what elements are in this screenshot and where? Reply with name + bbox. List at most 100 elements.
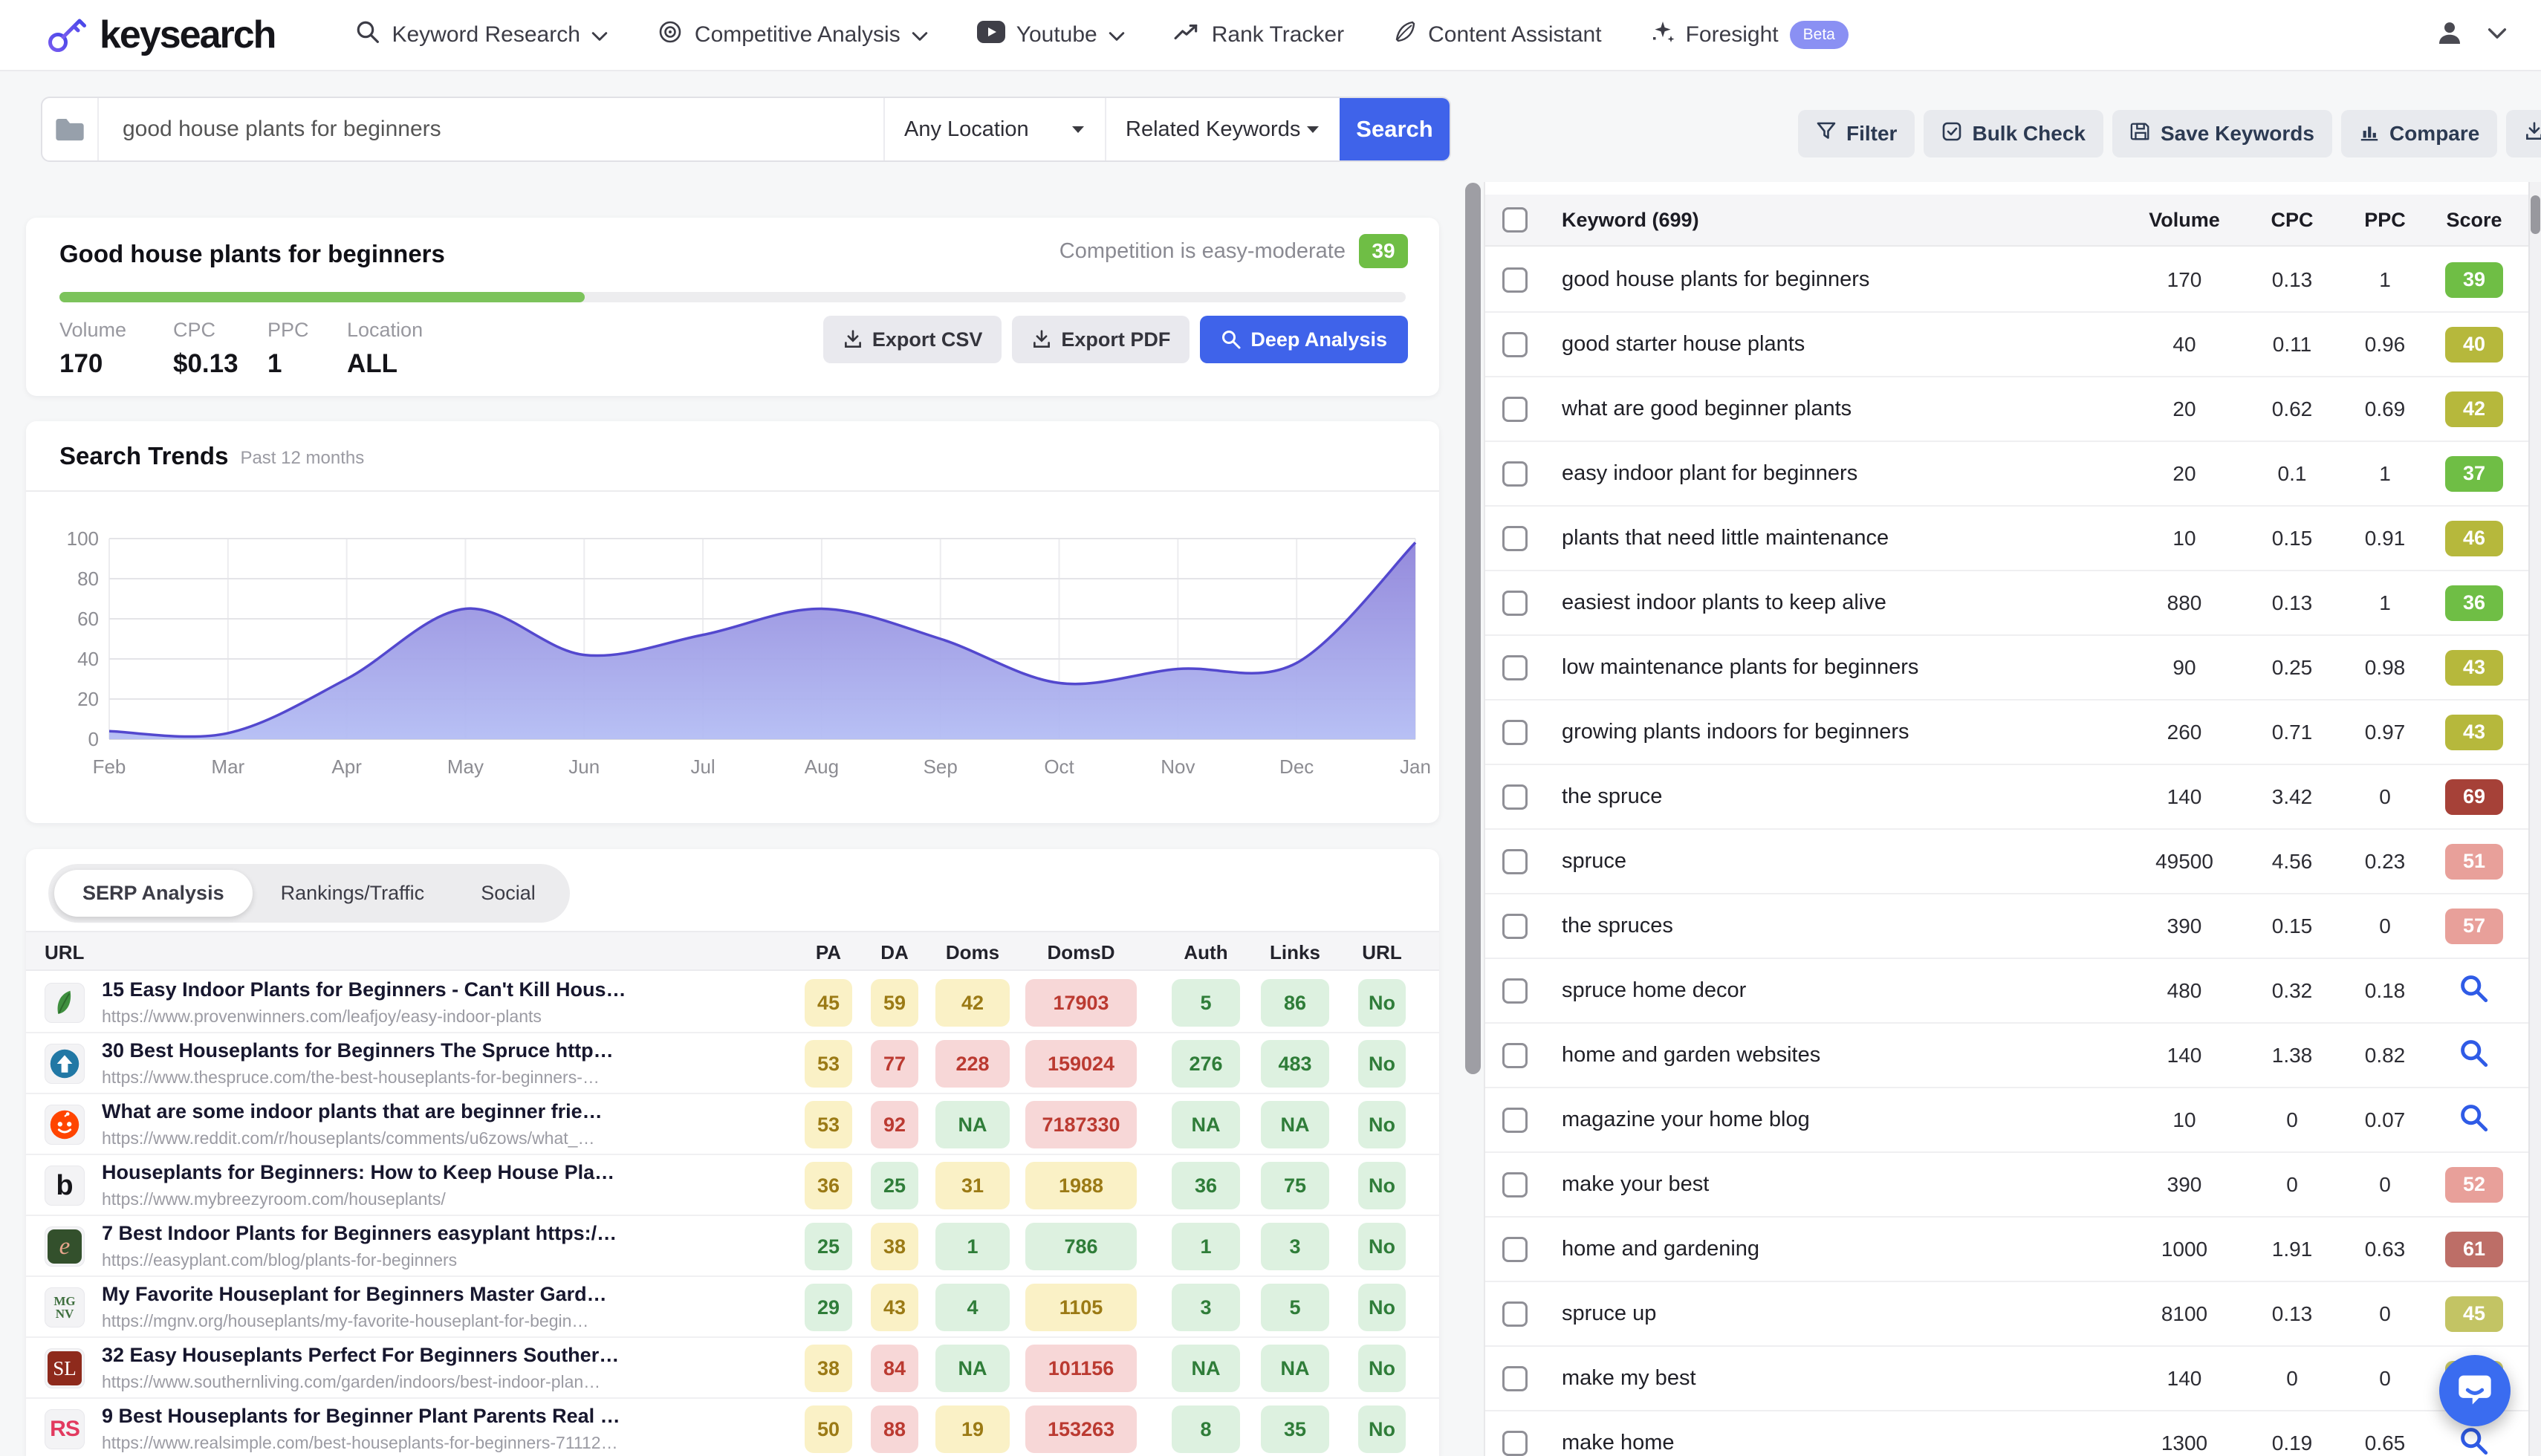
keyword-row[interactable]: make your best 390 0 0 52	[1485, 1153, 2528, 1218]
deep-analysis-search-icon[interactable]	[2459, 1039, 2489, 1072]
cpc-cell: 4.56	[2271, 849, 2313, 873]
result-title[interactable]: 32 Easy Houseplants Perfect For Beginner…	[102, 1344, 619, 1367]
serp-row[interactable]: RS 9 Best Houseplants for Beginner Plant …	[26, 1399, 1439, 1456]
row-checkbox[interactable]	[1502, 267, 1528, 293]
serp-row[interactable]: What are some indoor plants that are beg…	[26, 1094, 1439, 1155]
keyword-row[interactable]: the spruce 140 3.42 0 69	[1485, 765, 2528, 830]
save-keywords-button[interactable]: Save Keywords	[2112, 110, 2332, 157]
keyword-row[interactable]: what are good beginner plants 20 0.62 0.69 4…	[1485, 377, 2528, 442]
nav-item-keyword-research[interactable]: Keyword Research	[355, 19, 608, 51]
row-checkbox[interactable]	[1502, 1301, 1528, 1327]
user-icon[interactable]	[2434, 18, 2465, 53]
result-title[interactable]: 30 Best Houseplants for Beginners The Sp…	[102, 1039, 614, 1062]
score-badge: 51	[2445, 843, 2503, 880]
result-title[interactable]: What are some indoor plants that are beg…	[102, 1100, 603, 1123]
keyword-row[interactable]: easy indoor plant for beginners 20 0.1 1 37	[1485, 442, 2528, 507]
keyword-row[interactable]: low maintenance plants for beginners 90 0.…	[1485, 636, 2528, 701]
row-checkbox[interactable]	[1502, 1236, 1528, 1262]
row-checkbox[interactable]	[1502, 1365, 1528, 1391]
tab-serp-analysis[interactable]: SERP Analysis	[54, 870, 253, 917]
keyword-row[interactable]: magazine your home blog 10 0 0.07	[1485, 1088, 2528, 1153]
caret-down-icon	[1307, 126, 1319, 133]
compare-button[interactable]: Compare	[2340, 110, 2498, 157]
row-checkbox[interactable]	[1502, 1042, 1528, 1068]
row-checkbox[interactable]	[1502, 654, 1528, 680]
row-checkbox[interactable]	[1502, 525, 1528, 551]
mode-select[interactable]: Related Keywords	[1105, 98, 1340, 160]
deep-analysis-search-icon[interactable]	[2459, 974, 2489, 1007]
row-checkbox[interactable]	[1502, 1107, 1528, 1133]
row-checkbox[interactable]	[1502, 590, 1528, 616]
serp-row[interactable]: MG NV My Favorite Houseplant for Beginners…	[26, 1277, 1439, 1338]
filter-button[interactable]: Filter	[1798, 110, 1915, 157]
row-checkbox[interactable]	[1502, 913, 1528, 939]
row-checkbox[interactable]	[1502, 1430, 1528, 1456]
keyword-row[interactable]: spruce home decor 480 0.32 0.18	[1485, 959, 2528, 1024]
keyword-row[interactable]: spruce 49500 4.56 0.23 51	[1485, 830, 2528, 894]
keyword-row[interactable]: plants that need little maintenance 10 0.1…	[1485, 507, 2528, 571]
row-checkbox[interactable]	[1502, 978, 1528, 1004]
serp-row[interactable]: 15 Easy Indoor Plants for Beginners - Ca…	[26, 972, 1439, 1033]
serp-row[interactable]: e 7 Best Indoor Plants for Beginners easy…	[26, 1216, 1439, 1277]
chip-auth: 276	[1172, 1040, 1240, 1088]
chat-fab[interactable]	[2439, 1355, 2511, 1426]
nav-item-content-assistant[interactable]: Content Assistant	[1393, 20, 1602, 50]
keyword-row[interactable]: home and gardening 1000 1.91 0.63 61	[1485, 1218, 2528, 1282]
row-checkbox[interactable]	[1502, 719, 1528, 745]
select-all-checkbox[interactable]	[1502, 207, 1528, 233]
deep-analysis-search-icon[interactable]	[2459, 1103, 2489, 1137]
deep-analysis-button[interactable]: Deep Analysis	[1200, 316, 1408, 363]
row-checkbox[interactable]	[1502, 461, 1528, 487]
serp-row[interactable]: b Houseplants for Beginners: How to Keep …	[26, 1155, 1439, 1216]
chevron-down-icon[interactable]	[2488, 27, 2507, 43]
result-title[interactable]: 7 Best Indoor Plants for Beginners easyp…	[102, 1222, 617, 1245]
result-title[interactable]: 9 Best Houseplants for Beginner Plant Pa…	[102, 1405, 620, 1428]
ppc-cell: 0	[2379, 784, 2391, 808]
nav-item-foresight[interactable]: Foresight Beta	[1651, 20, 1849, 50]
deep-analysis-search-icon[interactable]	[2459, 1426, 2489, 1456]
keyword-row[interactable]: the spruces 390 0.15 0 57	[1485, 894, 2528, 959]
keyword-row[interactable]: growing plants indoors for beginners 260 0…	[1485, 701, 2528, 765]
row-checkbox[interactable]	[1502, 784, 1528, 810]
export-button[interactable]: Export	[2506, 110, 2541, 157]
row-checkbox[interactable]	[1502, 396, 1528, 422]
volume-cell: 20	[2172, 461, 2196, 485]
stat-ppc: PPC 1	[267, 319, 347, 379]
chip-auth: 5	[1172, 979, 1240, 1027]
search-input[interactable]	[99, 98, 883, 160]
cpc-cell: 0.15	[2271, 526, 2313, 550]
tab-social[interactable]: Social	[452, 870, 564, 917]
nav-item-youtube[interactable]: Youtube	[976, 21, 1125, 49]
keyword-row[interactable]: home and garden websites 140 1.38 0.82	[1485, 1024, 2528, 1088]
keyword-row[interactable]: spruce up 8100 0.13 0 45	[1485, 1282, 2528, 1347]
export-pdf-button[interactable]: Export PDF	[1012, 316, 1190, 363]
page-scrollbar-thumb[interactable]	[2531, 195, 2540, 234]
row-checkbox[interactable]	[1502, 848, 1528, 874]
tab-rankings-traffic[interactable]: Rankings/Traffic	[253, 870, 453, 917]
serp-row[interactable]: 30 Best Houseplants for Beginners The Sp…	[26, 1033, 1439, 1094]
keyword-row[interactable]: easiest indoor plants to keep alive 880 0.…	[1485, 571, 2528, 636]
result-title[interactable]: My Favorite Houseplant for Beginners Mas…	[102, 1283, 607, 1306]
folder-icon[interactable]	[42, 98, 99, 160]
bulk-check-button[interactable]: Bulk Check	[1924, 110, 2103, 157]
serp-row[interactable]: SL 32 Easy Houseplants Perfect For Beginn…	[26, 1338, 1439, 1399]
export-csv-button[interactable]: Export CSV	[822, 316, 1002, 363]
row-checkbox[interactable]	[1502, 331, 1528, 357]
keyword-row[interactable]: make home 1300 0.19 0.65	[1485, 1411, 2528, 1456]
chip-doms: 1	[935, 1223, 1010, 1270]
search-button[interactable]: Search	[1340, 98, 1450, 160]
result-title[interactable]: 15 Easy Indoor Plants for Beginners - Ca…	[102, 978, 626, 1001]
location-select[interactable]: Any Location	[883, 98, 1105, 160]
keyword-row[interactable]: good house plants for beginners 170 0.13 1 3…	[1485, 248, 2528, 313]
result-title[interactable]: Houseplants for Beginners: How to Keep H…	[102, 1161, 614, 1184]
nav-item-competitive-analysis[interactable]: Competitive Analysis	[657, 19, 928, 51]
nav-item-rank-tracker[interactable]: Rank Tracker	[1174, 22, 1344, 48]
keyword-cell: home and garden websites	[1562, 1043, 1821, 1067]
serp-analysis-card: SERP Analysis Rankings/Traffic Social URL …	[26, 849, 1439, 1456]
keyword-row[interactable]: good starter house plants 40 0.11 0.96 40	[1485, 313, 2528, 377]
svg-text:May: May	[447, 755, 484, 778]
keysearch-logo[interactable]: keysearch	[46, 13, 276, 58]
row-checkbox[interactable]	[1502, 1171, 1528, 1197]
panel-scrollbar-thumb[interactable]	[1465, 183, 1481, 1074]
keyword-row[interactable]: make my best 140 0 0	[1485, 1347, 2528, 1411]
